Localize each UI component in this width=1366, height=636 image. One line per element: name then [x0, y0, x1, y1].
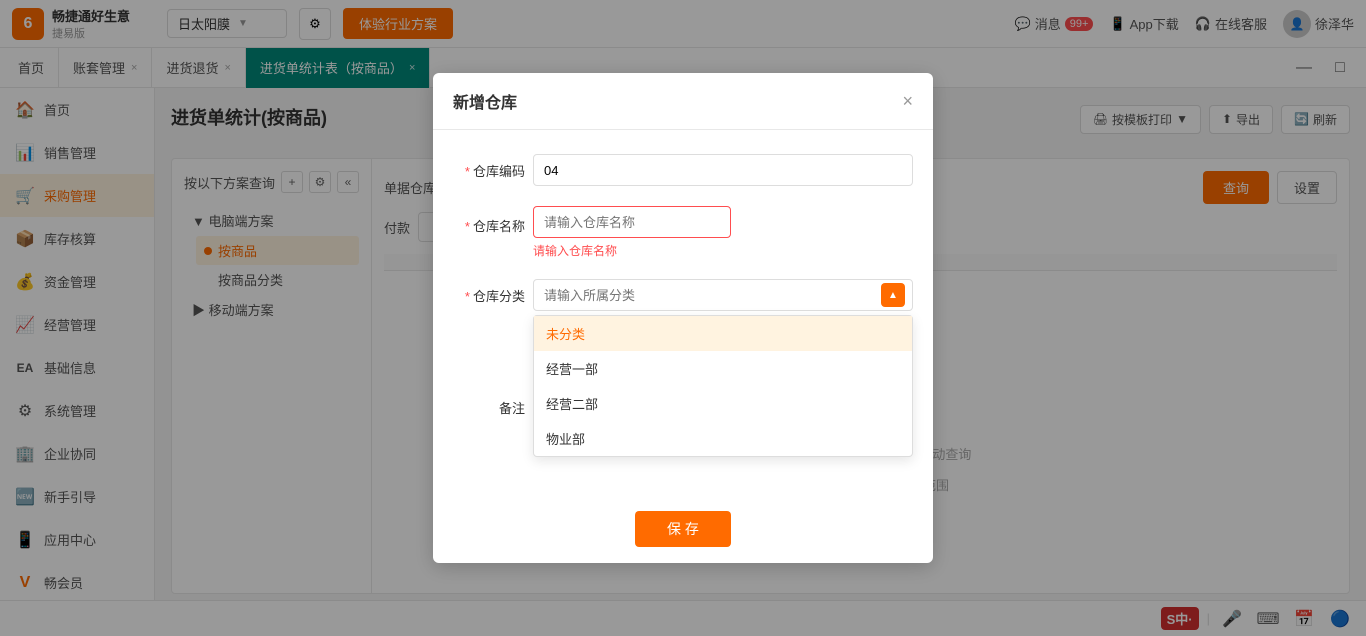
warehouse-name-input[interactable] [533, 206, 731, 238]
category-label: 仓库分类 [453, 279, 533, 305]
modal-title: 新增仓库 [453, 89, 517, 113]
category-option-dept1[interactable]: 经营一部 [534, 351, 912, 386]
code-label: 仓库编码 [453, 154, 533, 180]
category-dropdown: 未分类 经营一部 经营二部 物业部 [533, 315, 913, 457]
modal-close-button[interactable]: × [902, 91, 913, 112]
category-dropdown-toggle[interactable]: ▲ [881, 283, 905, 307]
form-row-category: 仓库分类 ▲ 未分类 经营一部 经营二部 物业部 [453, 279, 913, 311]
save-button[interactable]: 保 存 [635, 511, 731, 547]
new-warehouse-modal: 新增仓库 × 仓库编码 仓库名称 请输入仓库名称 仓库分类 [433, 73, 933, 563]
form-row-name: 仓库名称 请输入仓库名称 [453, 206, 913, 259]
name-label: 仓库名称 [453, 209, 533, 235]
warehouse-code-input[interactable] [533, 154, 913, 186]
name-error-message: 请输入仓库名称 [533, 242, 617, 259]
category-option-uncategorized[interactable]: 未分类 [534, 316, 912, 351]
category-select-wrapper: ▲ 未分类 经营一部 经营二部 物业部 [533, 279, 913, 311]
modal-body: 仓库编码 仓库名称 请输入仓库名称 仓库分类 ▲ [433, 130, 933, 495]
modal-header: 新增仓库 × [433, 73, 933, 130]
remark-label: 备注 [453, 391, 533, 417]
modal-footer: 保 存 [433, 495, 933, 563]
category-input[interactable] [533, 279, 913, 311]
category-option-dept3[interactable]: 物业部 [534, 421, 912, 456]
category-option-dept2[interactable]: 经营二部 [534, 386, 912, 421]
modal-overlay: 新增仓库 × 仓库编码 仓库名称 请输入仓库名称 仓库分类 [0, 0, 1366, 636]
form-row-code: 仓库编码 [453, 154, 913, 186]
